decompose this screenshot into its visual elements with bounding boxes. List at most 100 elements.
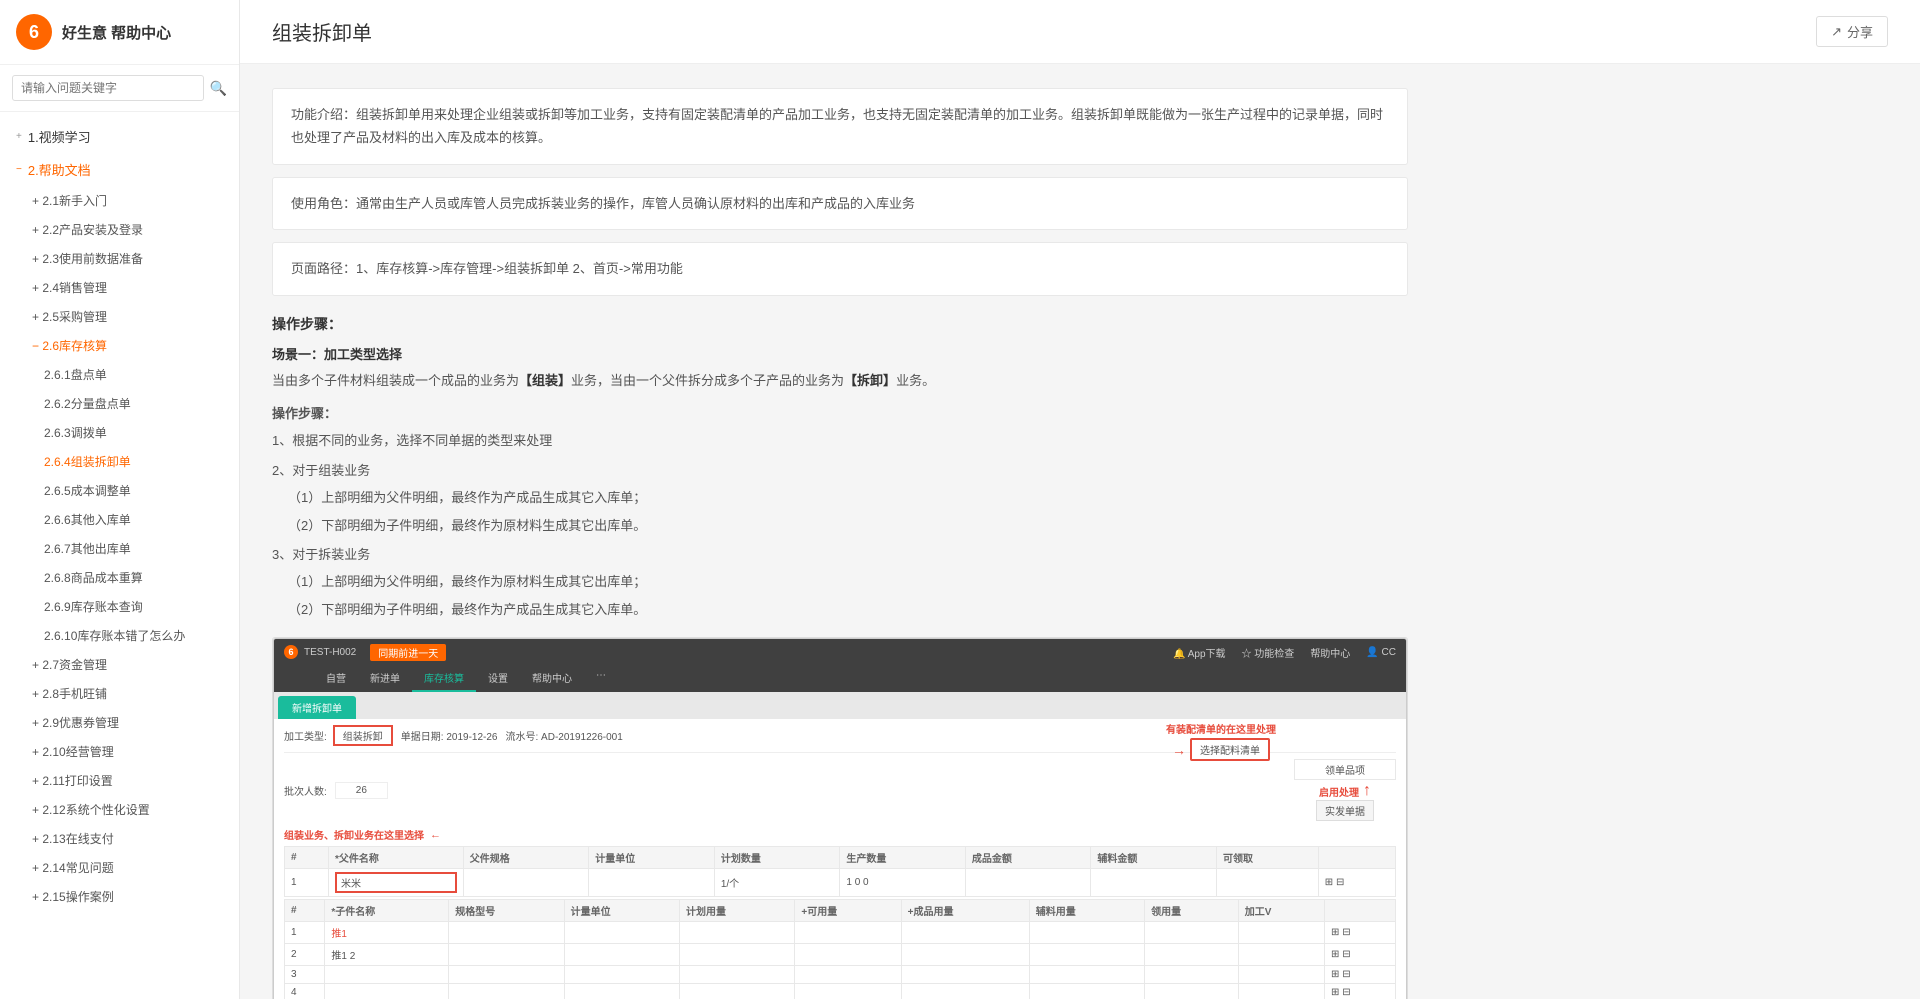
sidebar-item-purchase[interactable]: + 2.5采购管理 [0,302,239,331]
sidebar-item-install[interactable]: + 2.2产品安装及登录 [0,215,239,244]
search-button[interactable]: 🔍 [210,80,227,97]
mock-nav-orders[interactable]: 新进单 [358,665,412,692]
user-role-text: 使用角色：通常由生产人员或库管人员完成拆装业务的操作，库管人员确认原材料的出库和… [291,196,915,211]
sidebar-item-sales-label: + 2.4销售管理 [32,281,107,295]
sidebar-item-2-6-9[interactable]: 2.6.9库存账本查询 [0,592,239,621]
sidebar-item-sales[interactable]: + 2.4销售管理 [0,273,239,302]
nav-list: + 1.视频学习 − 2.帮助文档 + 2.1新手入门 + 2.2产品安装及登录… [0,112,239,999]
mock-app-nav-4: 👤 CC [1366,647,1396,658]
sidebar-item-docs-label: 2.帮助文档 [28,160,91,179]
cell-avail [1216,869,1318,897]
mock-nav-inventory[interactable]: 库存核算 [412,665,476,692]
search-input[interactable] [12,75,204,101]
col-plan-use: 计划用量 [680,900,795,922]
mock-tab-assembly[interactable]: 新增拆卸单 [278,696,356,719]
page-path-box: 页面路径：1、库存核算->库存管理->组装拆卸单 2、首页->常用功能 [272,242,1408,295]
page-path-text: 页面路径：1、库存核算->库存管理->组装拆卸单 2、首页->常用功能 [291,261,683,276]
scenario1-desc: 当由多个子件材料组装成一个成品的业务为【组装】业务，当由一个父件拆分成多个子产品… [272,369,1408,392]
share-button[interactable]: ↗ 分享 [1816,16,1888,47]
sidebar-item-2-14[interactable]: + 2.14常见问题 [0,853,239,882]
annotation-middle-left-text: 组装业务、拆卸业务在这里选择 [284,827,424,842]
intro-box: 功能介绍：组装拆卸单用来处理企业组装或拆卸等加工业务，支持有固定装配清单的产品加… [272,88,1408,165]
sidebar-item-docs[interactable]: − 2.帮助文档 [0,153,239,186]
mock-app-name: TEST-H002 [304,647,356,658]
col-child-spec: 规格型号 [449,900,564,922]
expand-icon-2: − [16,164,22,175]
mock-form-toolbar: 加工类型: 组装拆卸 单据日期: 2019-12-26 流水号: AD-2019… [284,725,1396,753]
sidebar-item-2-6-8[interactable]: 2.6.8商品成本重算 [0,563,239,592]
col-prod-amt: 成品金额 [965,847,1091,869]
search-area: 🔍 [0,65,239,112]
mock-advance-btn: 同期前进一天 [370,644,446,661]
step3-label: 3、对于拆装业务 [272,543,1408,566]
sidebar-item-2-13[interactable]: + 2.13在线支付 [0,824,239,853]
share-label: 分享 [1847,22,1873,41]
sidebar-item-2-6-5[interactable]: 2.6.5成本调整单 [0,476,239,505]
sidebar-item-2-11[interactable]: + 2.11打印设置 [0,766,239,795]
sidebar-item-2-6-10[interactable]: 2.6.10库存账本错了怎么办 [0,621,239,650]
expand-icon-1: + [16,131,22,142]
sidebar-item-2-12[interactable]: + 2.12系统个性化设置 [0,795,239,824]
mock-type-select[interactable]: 组装拆卸 [333,725,393,746]
cell-parent-spec [463,869,589,897]
col-child-op [1325,900,1396,922]
cell-plan-qty: 1/个 [714,869,840,897]
mock-order-label: 流水号: AD-20191226-001 [506,728,623,743]
mock-nav-more[interactable]: ⋯ [584,665,618,692]
app-logo-icon: 6 [16,14,52,50]
sidebar-item-2-7[interactable]: + 2.7资金管理 [0,650,239,679]
sidebar-item-video[interactable]: + 1.视频学习 [0,120,239,153]
share-icon: ↗ [1831,24,1842,40]
sidebar-item-2-6-4[interactable]: 2.6.4组装拆卸单 [0,447,239,476]
sidebar-item-newuser[interactable]: + 2.1新手入门 [0,186,239,215]
sidebar-item-inventory[interactable]: − 2.6库存核算 [0,331,239,360]
sidebar-item-video-label: 1.视频学习 [28,127,91,146]
main-content: 组装拆卸单 ↗ 分享 功能介绍：组装拆卸单用来处理企业组装或拆卸等加工业务，支持… [240,0,1920,999]
mock-type-label: 加工类型: [284,728,327,743]
step2-label: 2、对于组装业务 [272,459,1408,482]
mock-sub-form-row: 批次人数: 26 领单品项 启用处理 ↑ 实发单据 [284,759,1396,821]
sidebar-item-2-10[interactable]: + 2.10经营管理 [0,737,239,766]
sidebar-item-2-6-1[interactable]: 2.6.1盘点单 [0,360,239,389]
mock-child-table: # *子件名称 规格型号 计量单位 计划用量 +可用量 +成品用量 辅料用量 领… [284,899,1396,999]
col-avail-plus: +可用量 [795,900,901,922]
sidebar-item-2-6-6[interactable]: 2.6.6其他入库单 [0,505,239,534]
mock-nav-help[interactable]: 帮助中心 [520,665,584,692]
mock-nav-settings[interactable]: 设置 [476,665,520,692]
content-body: 功能介绍：组装拆卸单用来处理企业组装或拆卸等加工业务，支持有固定装配清单的产品加… [240,64,1440,999]
main-header: 组装拆卸单 ↗ 分享 [240,0,1920,64]
sidebar-item-inventory-label: 2.6库存核算 [42,339,107,353]
sidebar-item-2-8[interactable]: + 2.8手机旺铺 [0,679,239,708]
annotation-top-right: 有装配清单的在这里处理 → 选择配料清单 [1166,721,1276,761]
cell-prod-qty: 1 0 0 [840,869,966,897]
mock-vendor-field[interactable]: 领单品项 [1294,759,1396,780]
sidebar-item-2-9[interactable]: + 2.9优惠券管理 [0,708,239,737]
sidebar-item-data-prep[interactable]: + 2.3使用前数据准备 [0,244,239,273]
mock-app-icon: 6 [284,645,298,659]
sidebar-item-2-6-3[interactable]: 2.6.3调拨单 [0,418,239,447]
page-title: 组装拆卸单 [272,17,372,46]
mock-main-nav: 自营 新进单 库存核算 设置 帮助中心 ⋯ [274,665,1406,692]
col-parent-name: *父件名称 [328,847,463,869]
annotation-right-2: 领单品项 启用处理 ↑ 实发单据 [1294,759,1396,821]
col-prod-use: +成品用量 [901,900,1029,922]
steps-section-title: 操作步骤： [272,314,1408,334]
sidebar-item-2-6-2[interactable]: 2.6.2分量盘点单 [0,389,239,418]
sidebar-item-2-15[interactable]: + 2.15操作案例 [0,882,239,911]
mock-nav-home[interactable]: 自营 [314,665,358,692]
mock-bom-btn[interactable]: 选择配料清单 [1190,738,1270,761]
mock-form-area: 加工类型: 组装拆卸 单据日期: 2019-12-26 流水号: AD-2019… [274,719,1406,999]
mock-apply-btn[interactable]: 实发单据 [1316,800,1374,821]
user-role-box: 使用角色：通常由生产人员或库管人员完成拆装业务的操作，库管人员确认原材料的出库和… [272,177,1408,230]
mock-count-label: 批次人数: [284,783,327,798]
sidebar-item-install-label: + 2.2产品安装及登录 [32,223,143,237]
mock-parent-table: # *父件名称 父件规格 计量单位 计划数量 生产数量 成品金额 辅料金额 可领… [284,846,1396,897]
col-aux-use: 辅料用量 [1029,900,1144,922]
step2-2: （2）下部明细为子件明细，最终作为原材料生成其它出库单。 [272,514,1408,537]
col-child-seq: # [285,900,325,922]
sidebar-item-2-6-7[interactable]: 2.6.7其他出库单 [0,534,239,563]
annotation-middle-left: 组装业务、拆卸业务在这里选择 ← [284,827,1396,842]
col-op [1318,847,1395,869]
mock-app-nav-1: 🔔 App下载 [1173,645,1225,660]
cell-parent-name: 米米 [335,872,457,893]
